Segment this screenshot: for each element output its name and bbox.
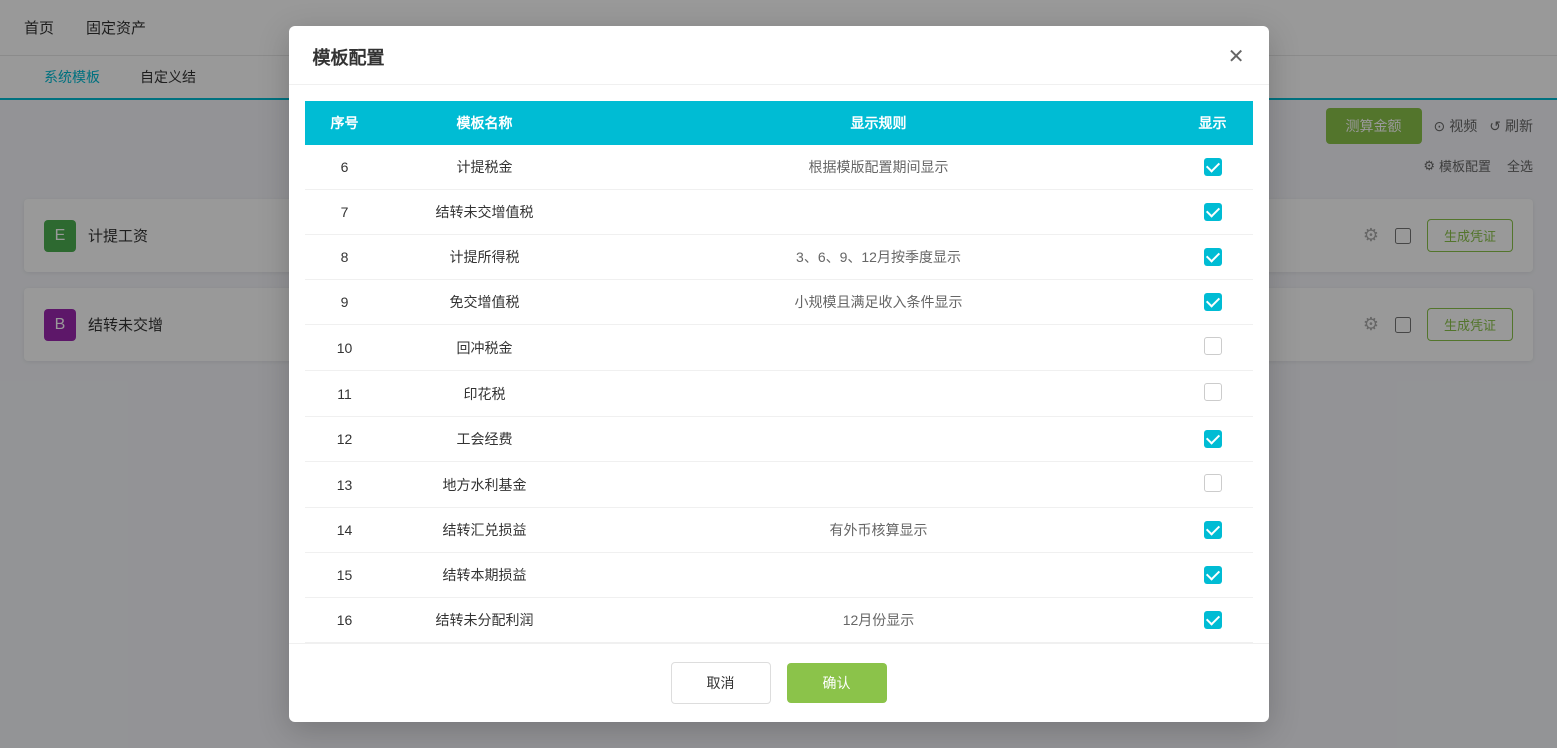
col-header-id: 序号 — [305, 101, 385, 145]
modal-title: 模板配置 — [313, 44, 385, 70]
checkbox-checked[interactable] — [1204, 248, 1222, 266]
cell-name: 结转本期损益 — [385, 553, 585, 598]
col-header-name: 模板名称 — [385, 101, 585, 145]
cancel-button[interactable]: 取消 — [671, 662, 771, 704]
table-row: 16 结转未分配利润 12月份显示 — [305, 598, 1253, 643]
cell-id: 13 — [305, 462, 385, 508]
modal-table-wrap: 序号 模板名称 显示规则 显示 6 计提税金 根据模版配置期间显示 7 结转未交… — [305, 101, 1253, 643]
table-row: 9 免交增值税 小规模且满足收入条件显示 — [305, 280, 1253, 325]
cell-id: 12 — [305, 417, 385, 462]
cell-name: 回冲税金 — [385, 325, 585, 371]
cell-name: 计提税金 — [385, 145, 585, 190]
cell-checkbox[interactable] — [1173, 280, 1253, 325]
cell-id: 11 — [305, 371, 385, 417]
cell-name: 结转汇兑损益 — [385, 508, 585, 553]
checkbox-checked[interactable] — [1204, 293, 1222, 311]
cell-name: 结转未交增值税 — [385, 190, 585, 235]
table-header-row: 序号 模板名称 显示规则 显示 — [305, 101, 1253, 145]
cell-rule: 有外币核算显示 — [585, 508, 1173, 553]
table-row: 7 结转未交增值税 — [305, 190, 1253, 235]
cell-id: 10 — [305, 325, 385, 371]
cell-rule — [585, 325, 1173, 371]
cell-checkbox[interactable] — [1173, 508, 1253, 553]
cell-rule — [585, 417, 1173, 462]
cell-checkbox[interactable] — [1173, 145, 1253, 190]
modal-close-button[interactable]: ✕ — [1228, 47, 1245, 67]
modal-header: 模板配置 ✕ — [289, 26, 1269, 85]
cell-rule: 根据模版配置期间显示 — [585, 145, 1173, 190]
cell-id: 6 — [305, 145, 385, 190]
cell-name: 地方水利基金 — [385, 462, 585, 508]
cell-id: 7 — [305, 190, 385, 235]
cell-rule — [585, 462, 1173, 508]
cell-checkbox[interactable] — [1173, 417, 1253, 462]
cell-checkbox[interactable] — [1173, 235, 1253, 280]
cell-id: 16 — [305, 598, 385, 643]
checkbox-checked[interactable] — [1204, 521, 1222, 539]
cell-checkbox[interactable] — [1173, 190, 1253, 235]
table-row: 10 回冲税金 — [305, 325, 1253, 371]
modal-template-config: 模板配置 ✕ 序号 模板名称 显示规则 显示 6 计提税金 根据模版配置期间显示 — [289, 26, 1269, 722]
checkbox-checked[interactable] — [1204, 158, 1222, 176]
table-row: 8 计提所得税 3、6、9、12月按季度显示 — [305, 235, 1253, 280]
cell-rule — [585, 190, 1173, 235]
cell-checkbox[interactable] — [1173, 598, 1253, 643]
checkbox-checked[interactable] — [1204, 203, 1222, 221]
col-header-display: 显示 — [1173, 101, 1253, 145]
cell-name: 结转未分配利润 — [385, 598, 585, 643]
cell-checkbox[interactable] — [1173, 371, 1253, 417]
cell-id: 8 — [305, 235, 385, 280]
table-row: 13 地方水利基金 — [305, 462, 1253, 508]
table-row: 15 结转本期损益 — [305, 553, 1253, 598]
cell-rule — [585, 371, 1173, 417]
checkbox-unchecked[interactable] — [1204, 337, 1222, 355]
checkbox-checked[interactable] — [1204, 611, 1222, 629]
checkbox-unchecked[interactable] — [1204, 383, 1222, 401]
cell-rule — [585, 553, 1173, 598]
cell-name: 免交增值税 — [385, 280, 585, 325]
table-row: 11 印花税 — [305, 371, 1253, 417]
modal-overlay: 模板配置 ✕ 序号 模板名称 显示规则 显示 6 计提税金 根据模版配置期间显示 — [0, 0, 1557, 748]
col-header-rule: 显示规则 — [585, 101, 1173, 145]
cell-id: 9 — [305, 280, 385, 325]
cell-name: 印花税 — [385, 371, 585, 417]
cell-name: 计提所得税 — [385, 235, 585, 280]
cell-rule: 12月份显示 — [585, 598, 1173, 643]
modal-footer: 取消 确认 — [289, 643, 1269, 722]
cell-id: 14 — [305, 508, 385, 553]
cell-checkbox[interactable] — [1173, 325, 1253, 371]
checkbox-checked[interactable] — [1204, 566, 1222, 584]
checkbox-unchecked[interactable] — [1204, 474, 1222, 492]
cell-rule: 小规模且满足收入条件显示 — [585, 280, 1173, 325]
cell-name: 工会经费 — [385, 417, 585, 462]
table-row: 14 结转汇兑损益 有外币核算显示 — [305, 508, 1253, 553]
checkbox-checked[interactable] — [1204, 430, 1222, 448]
cell-id: 15 — [305, 553, 385, 598]
confirm-button[interactable]: 确认 — [787, 663, 887, 703]
cell-checkbox[interactable] — [1173, 462, 1253, 508]
cell-rule: 3、6、9、12月按季度显示 — [585, 235, 1173, 280]
table-row: 6 计提税金 根据模版配置期间显示 — [305, 145, 1253, 190]
table-row: 12 工会经费 — [305, 417, 1253, 462]
cell-checkbox[interactable] — [1173, 553, 1253, 598]
modal-table: 序号 模板名称 显示规则 显示 6 计提税金 根据模版配置期间显示 7 结转未交… — [305, 101, 1253, 643]
